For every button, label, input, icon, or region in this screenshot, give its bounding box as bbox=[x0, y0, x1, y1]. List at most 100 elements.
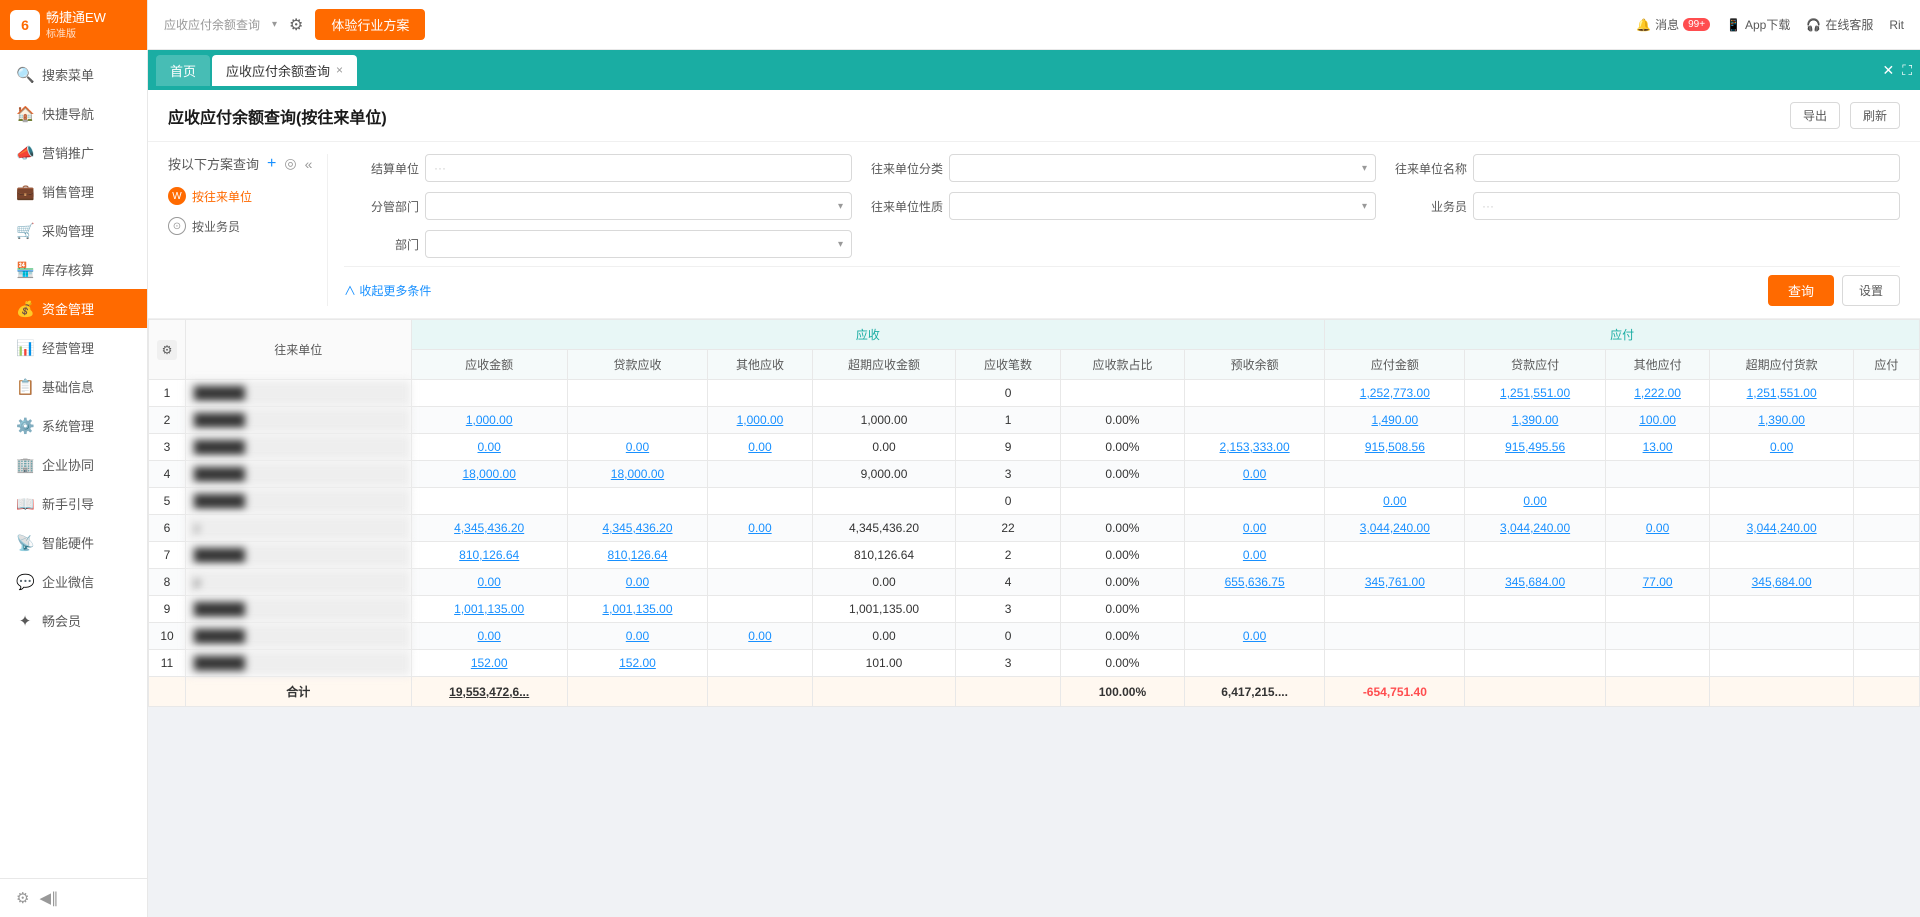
cart-icon: 🛒 bbox=[16, 222, 34, 240]
sidebar-item-hardware[interactable]: 📡 智能硬件 bbox=[0, 523, 147, 562]
messages-action[interactable]: 🔔 消息 99+ bbox=[1636, 16, 1710, 33]
filter-partner-nature: 往来单位性质 ▾ bbox=[868, 192, 1376, 220]
antenna-icon: 📡 bbox=[16, 534, 34, 552]
filter-settlement-unit: 结算单位 ··· bbox=[344, 154, 852, 182]
pay-amt-cell: 3,044,240.00 bbox=[1325, 515, 1465, 542]
user-profile[interactable]: Rit bbox=[1889, 18, 1904, 32]
loan-recv-cell: 18,000.00 bbox=[567, 461, 707, 488]
partner-category-input[interactable]: ▾ bbox=[949, 154, 1376, 182]
partner-name-cell: ██████ bbox=[186, 434, 412, 461]
loan-pay-cell bbox=[1465, 596, 1605, 623]
filter-add-button[interactable]: + bbox=[267, 155, 276, 173]
export-button[interactable]: 导出 bbox=[1790, 102, 1840, 129]
sidebar-item-member[interactable]: ✦ 畅会员 bbox=[0, 601, 147, 640]
footer-collapse-icon[interactable]: ◀∥ bbox=[39, 889, 58, 907]
tab-home[interactable]: 首页 bbox=[156, 55, 210, 86]
pay-suffix-cell bbox=[1853, 380, 1919, 407]
pay-amt-cell: 345,761.00 bbox=[1325, 569, 1465, 596]
salesman-input[interactable]: ··· bbox=[1473, 192, 1900, 220]
store-icon: 🏪 bbox=[16, 261, 34, 279]
pay-amt-cell: 915,508.56 bbox=[1325, 434, 1465, 461]
filter-collapse-left-button[interactable]: « bbox=[305, 156, 313, 172]
sidebar-item-purchase[interactable]: 🛒 采购管理 bbox=[0, 211, 147, 250]
loan-recv-cell bbox=[567, 488, 707, 515]
row-num: 2 bbox=[149, 407, 186, 434]
recv-count-cell: 0 bbox=[956, 380, 1061, 407]
prepaid-cell: 0.00 bbox=[1184, 542, 1324, 569]
receivable-group-header: 应收 bbox=[411, 320, 1325, 350]
sidebar-item-search[interactable]: 🔍 搜索菜单 bbox=[0, 55, 147, 94]
app-download-action[interactable]: 📱 App下载 bbox=[1726, 16, 1790, 33]
sidebar-footer: ⚙ ◀∥ bbox=[0, 878, 147, 917]
recv-amt-cell bbox=[411, 380, 567, 407]
filter-partner-category: 往来单位分类 ▾ bbox=[868, 154, 1376, 182]
sidebar-item-guide[interactable]: 📖 新手引导 bbox=[0, 484, 147, 523]
settlement-unit-input[interactable]: ··· bbox=[425, 154, 852, 182]
overdue-pay-cell: 345,684.00 bbox=[1710, 569, 1853, 596]
loan-pay-cell: 1,390.00 bbox=[1465, 407, 1605, 434]
tab-bar-expand-icon[interactable]: ⛶ bbox=[1902, 62, 1912, 79]
other-pay-cell: 13.00 bbox=[1605, 434, 1710, 461]
partner-nature-input[interactable]: ▾ bbox=[949, 192, 1376, 220]
overdue-pay-cell: 3,044,240.00 bbox=[1710, 515, 1853, 542]
customer-service-label: 在线客服 bbox=[1825, 16, 1873, 33]
division-dept-input[interactable]: ▾ bbox=[425, 192, 852, 220]
sidebar-item-finance[interactable]: 💰 资金管理 bbox=[0, 289, 147, 328]
sidebar-item-basic[interactable]: 📋 基础信息 bbox=[0, 367, 147, 406]
customer-service-action[interactable]: 🎧 在线客服 bbox=[1806, 16, 1873, 33]
sidebar-item-quicknav[interactable]: 🏠 快捷导航 bbox=[0, 94, 147, 133]
table-settings-icon[interactable]: ⚙ bbox=[157, 340, 177, 360]
tab-close-icon[interactable]: × bbox=[336, 63, 343, 77]
pay-amt-cell: 1,252,773.00 bbox=[1325, 380, 1465, 407]
sidebar-item-label: 企业微信 bbox=[42, 572, 94, 591]
sidebar-item-wechat[interactable]: 💬 企业微信 bbox=[0, 562, 147, 601]
table-row: 9██████1,001,135.001,001,135.001,001,135… bbox=[149, 596, 1920, 623]
collapse-more-button[interactable]: ∧ 收起更多条件 bbox=[344, 282, 431, 299]
tab-current[interactable]: 应收应付余额查询 × bbox=[212, 55, 357, 86]
row-num: 8 bbox=[149, 569, 186, 596]
sidebar-item-sales[interactable]: 💼 销售管理 bbox=[0, 172, 147, 211]
footer-settings-icon[interactable]: ⚙ bbox=[16, 889, 29, 907]
recv-count-cell: 22 bbox=[956, 515, 1061, 542]
recv-count-cell: 9 bbox=[956, 434, 1061, 461]
other-pay-cell: 1,222.00 bbox=[1605, 380, 1710, 407]
query-button[interactable]: 查询 bbox=[1768, 275, 1834, 306]
prepaid-cell bbox=[1184, 488, 1324, 515]
filter-nav-by-partner[interactable]: W 按往来单位 bbox=[168, 183, 315, 209]
header-settings-icon[interactable]: ⚙ bbox=[289, 15, 303, 35]
loan-recv-cell: 1,001,135.00 bbox=[567, 596, 707, 623]
pay-suffix-cell bbox=[1853, 596, 1919, 623]
tab-current-label: 应收应付余额查询 bbox=[226, 61, 330, 80]
settlement-unit-label: 结算单位 bbox=[344, 160, 419, 177]
loan-recv-header: 贷款应收 bbox=[567, 350, 707, 380]
sidebar-item-inventory[interactable]: 🏪 库存核算 bbox=[0, 250, 147, 289]
prepaid-cell: 0.00 bbox=[1184, 515, 1324, 542]
loan-recv-cell: 152.00 bbox=[567, 650, 707, 677]
footer-recv-total[interactable]: 19,553,472,6... bbox=[411, 677, 567, 707]
footer-recv-ratio: 100.00% bbox=[1060, 677, 1184, 707]
table-row: 1██████01,252,773.001,251,551.001,222.00… bbox=[149, 380, 1920, 407]
filter-settings-button[interactable]: ◎ bbox=[284, 155, 296, 172]
megaphone-icon: 📣 bbox=[16, 144, 34, 162]
settings-button[interactable]: 设置 bbox=[1842, 275, 1900, 306]
sidebar-item-operations[interactable]: 📊 经营管理 bbox=[0, 328, 147, 367]
sidebar-item-marketing[interactable]: 📣 营销推广 bbox=[0, 133, 147, 172]
salesman-label: 业务员 bbox=[1392, 198, 1467, 215]
solution-button[interactable]: 体验行业方案 bbox=[315, 9, 425, 40]
filter-nav-by-salesman[interactable]: ⊙ 按业务员 bbox=[168, 213, 315, 239]
filter-salesman: 业务员 ··· bbox=[1392, 192, 1900, 220]
other-recv-cell: 1,000.00 bbox=[708, 407, 813, 434]
dept-input[interactable]: ▾ bbox=[425, 230, 852, 258]
partner-name-input[interactable] bbox=[1473, 154, 1900, 182]
recv-count-header: 应收笔数 bbox=[956, 350, 1061, 380]
sidebar-item-system[interactable]: ⚙️ 系统管理 bbox=[0, 406, 147, 445]
refresh-button[interactable]: 刷新 bbox=[1850, 102, 1900, 129]
app-download-label: App下载 bbox=[1745, 16, 1790, 33]
loan-recv-cell: 4,345,436.20 bbox=[567, 515, 707, 542]
recv-ratio-cell: 0.00% bbox=[1060, 407, 1184, 434]
overdue-pay-cell bbox=[1710, 596, 1853, 623]
tab-bar-close-icon[interactable]: ✕ bbox=[1882, 62, 1894, 79]
sidebar-item-enterprise[interactable]: 🏢 企业协同 bbox=[0, 445, 147, 484]
loan-pay-cell: 345,684.00 bbox=[1465, 569, 1605, 596]
overdue-recv-cell: 4,345,436.20 bbox=[812, 515, 955, 542]
